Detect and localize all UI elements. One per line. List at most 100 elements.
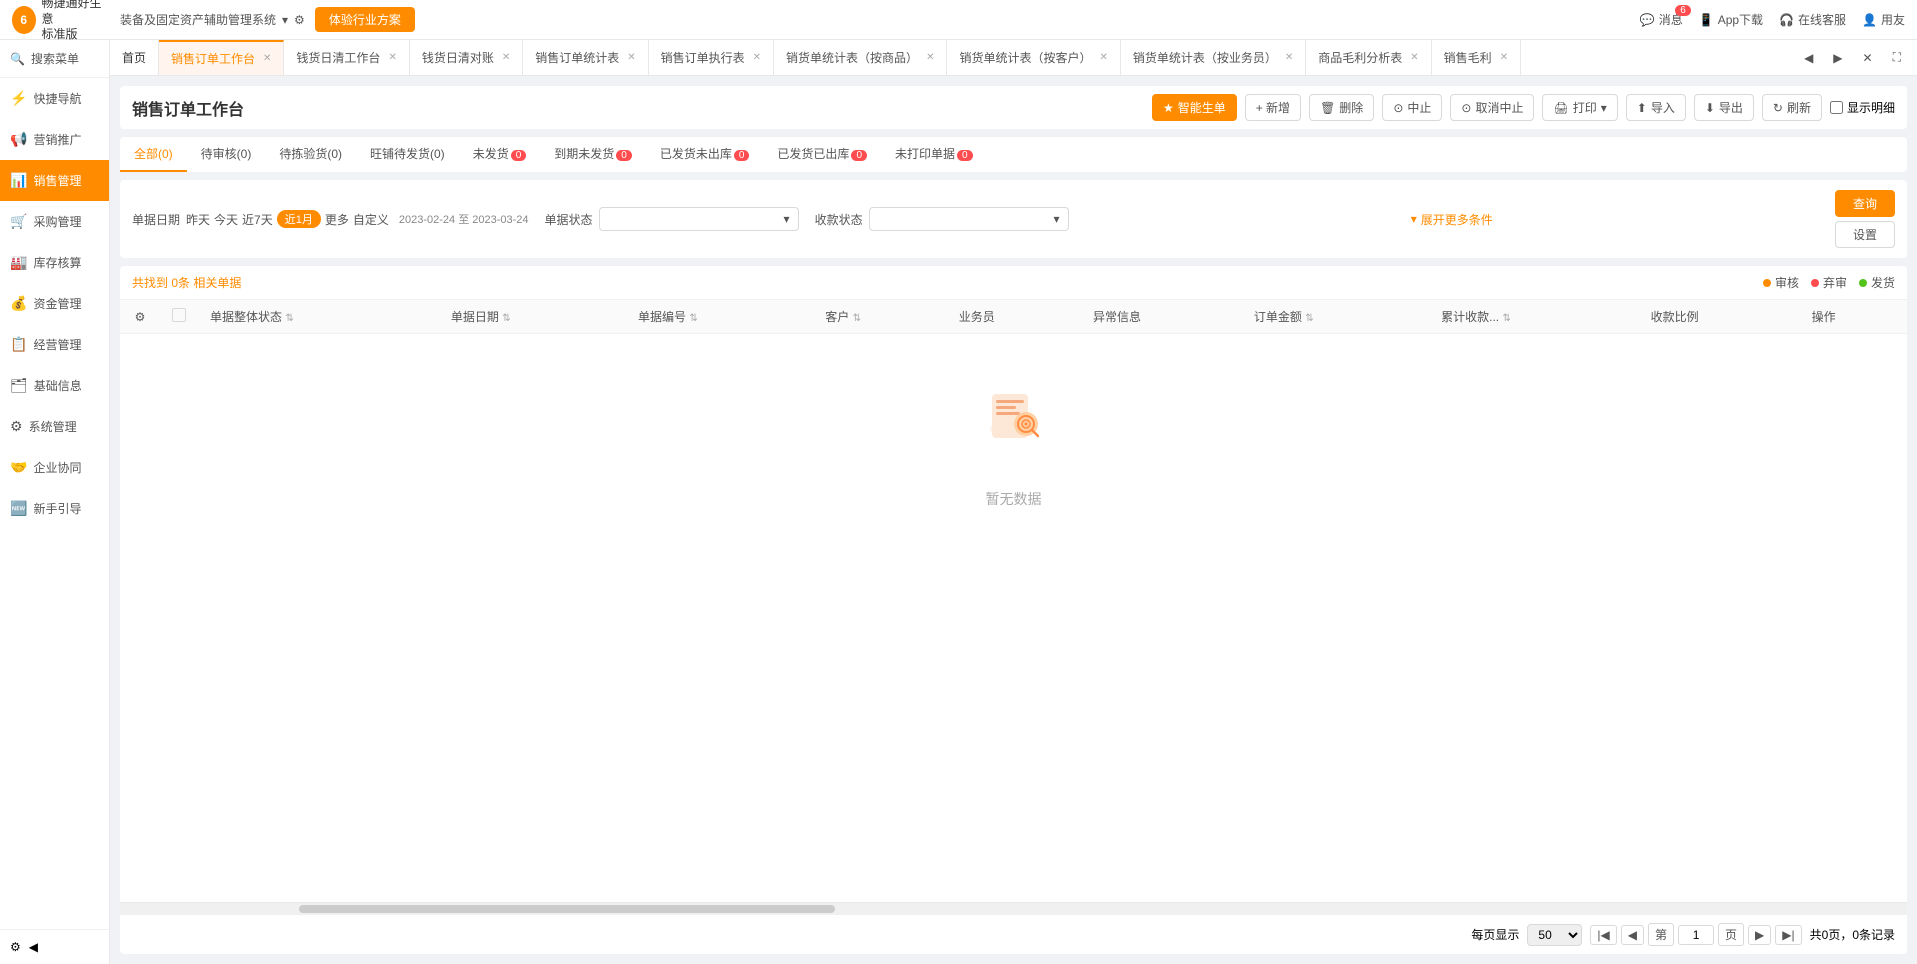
sidebar-item-system[interactable]: ⚙ 系统管理 bbox=[0, 406, 109, 447]
filter-tab-shipped-not-out[interactable]: 已发货未出库0 bbox=[646, 137, 764, 172]
tab-sales-order-exec[interactable]: 销售订单执行表 ✕ bbox=[649, 40, 774, 75]
message-button[interactable]: 💬 消息 6 bbox=[1640, 11, 1683, 28]
tab-close-icon[interactable]: ✕ bbox=[502, 52, 510, 63]
tab-cash-reconcile[interactable]: 钱货日清对账 ✕ bbox=[410, 40, 523, 75]
stop-button[interactable]: ⊙ 中止 bbox=[1382, 94, 1442, 121]
sidebar-collapse-icon[interactable]: ◀ bbox=[29, 940, 38, 954]
tab-close-icon[interactable]: ✕ bbox=[388, 52, 396, 63]
sidebar-item-guide[interactable]: 🆕 新手引导 bbox=[0, 488, 109, 529]
sidebar-item-sales[interactable]: 📊 销售管理 bbox=[0, 160, 109, 201]
app-download-button[interactable]: 📱 App下载 bbox=[1699, 11, 1763, 28]
smart-generate-button[interactable]: ★ 智能生单 bbox=[1152, 94, 1237, 121]
system-dropdown-icon[interactable]: ▾ bbox=[282, 13, 288, 27]
filter-tab-not-printed[interactable]: 未打印单据0 bbox=[881, 137, 987, 172]
collected-sort-icon[interactable]: ⇅ bbox=[1502, 313, 1510, 324]
page-size-select[interactable]: 50 100 200 bbox=[1527, 924, 1582, 946]
status-filter-select[interactable]: ▾ bbox=[599, 207, 799, 231]
sidebar-item-marketing[interactable]: 📢 营销推广 bbox=[0, 119, 109, 160]
date-custom[interactable]: 自定义 bbox=[353, 211, 389, 228]
tab-close-icon[interactable]: ✕ bbox=[1099, 52, 1107, 63]
delete-button[interactable]: 🗑 删除 bbox=[1309, 94, 1374, 121]
sidebar-item-quick-nav[interactable]: ⚡ 快捷导航 bbox=[0, 78, 109, 119]
horizontal-scrollbar[interactable] bbox=[120, 902, 1907, 914]
tab-close-all-icon[interactable]: ✕ bbox=[1855, 51, 1881, 65]
sidebar-item-operation[interactable]: 📋 经营管理 bbox=[0, 324, 109, 365]
date-yesterday[interactable]: 昨天 bbox=[186, 211, 210, 228]
tab-home[interactable]: 首页 bbox=[110, 40, 159, 75]
tab-sales-stat-customer[interactable]: 销货单统计表（按客户） ✕ bbox=[947, 40, 1120, 75]
filter-settings-button[interactable]: 设置 bbox=[1835, 221, 1895, 248]
sidebar-item-purchase[interactable]: 🛒 采购管理 bbox=[0, 201, 109, 242]
filter-tab-wangpu[interactable]: 旺铺待发货(0) bbox=[356, 137, 459, 172]
system-name-area[interactable]: 装备及固定资产辅助管理系统 ▾ ⚙ bbox=[120, 11, 305, 28]
tab-close-icon[interactable]: ✕ bbox=[1285, 52, 1293, 63]
date-7days[interactable]: 近7天 bbox=[242, 211, 273, 228]
th-collected: 累计收款... ⇅ bbox=[1429, 300, 1639, 334]
cancel-stop-button[interactable]: ⊙ 取消中止 bbox=[1450, 94, 1534, 121]
customer-sort-icon[interactable]: ⇅ bbox=[853, 313, 861, 324]
tab-close-icon[interactable]: ✕ bbox=[926, 52, 934, 63]
tab-sales-profit[interactable]: 销售毛利 ✕ bbox=[1432, 40, 1521, 75]
page-first-icon[interactable]: |◀ bbox=[1590, 925, 1616, 945]
cancel-review-action-button[interactable]: 弃审 bbox=[1811, 274, 1847, 291]
page-prev-icon[interactable]: ◀ bbox=[1621, 925, 1644, 945]
page-number-input[interactable] bbox=[1678, 925, 1714, 945]
scrollbar-thumb[interactable] bbox=[299, 905, 835, 913]
status-sort-icon[interactable]: ⇅ bbox=[285, 313, 293, 324]
tab-sales-workbench[interactable]: 销售订单工作台 ✕ bbox=[159, 40, 284, 75]
th-settings[interactable]: ⚙ bbox=[120, 300, 160, 334]
tab-close-icon[interactable]: ✕ bbox=[627, 52, 635, 63]
sidebar-item-inventory[interactable]: 🏭 库存核算 bbox=[0, 242, 109, 283]
refresh-button[interactable]: ↻ 刷新 bbox=[1762, 94, 1822, 121]
show-detail-checkbox[interactable]: 显示明细 bbox=[1830, 99, 1895, 116]
review-action-button[interactable]: 审核 bbox=[1763, 274, 1799, 291]
amount-sort-icon[interactable]: ⇅ bbox=[1305, 313, 1313, 324]
filter-tab-pending-inspect[interactable]: 待拣验货(0) bbox=[265, 137, 356, 172]
tab-sales-order-stat[interactable]: 销售订单统计表 ✕ bbox=[523, 40, 648, 75]
tab-sales-stat-salesman[interactable]: 销货单统计表（按业务员） ✕ bbox=[1121, 40, 1306, 75]
user-menu-button[interactable]: 👤 用友 bbox=[1862, 11, 1905, 28]
sidebar-item-basic-info[interactable]: 🗂 基础信息 bbox=[0, 365, 109, 406]
tab-sales-stat-product[interactable]: 销货单统计表（按商品） ✕ bbox=[774, 40, 947, 75]
sidebar-item-enterprise[interactable]: 🤝 企业协同 bbox=[0, 447, 109, 488]
tab-nav-next-icon[interactable]: ▶ bbox=[1825, 51, 1850, 65]
tab-close-icon[interactable]: ✕ bbox=[1410, 52, 1418, 63]
print-button[interactable]: 🖨 打印 ▾ bbox=[1542, 94, 1617, 121]
select-all-checkbox[interactable] bbox=[172, 308, 186, 322]
ship-action-button[interactable]: 发货 bbox=[1859, 274, 1895, 291]
filter-tab-expired-not-shipped[interactable]: 到期未发货0 bbox=[540, 137, 646, 172]
export-button[interactable]: ⬇ 导出 bbox=[1694, 94, 1754, 121]
industry-solution-button[interactable]: 体验行业方案 bbox=[315, 7, 415, 32]
stop-icon: ⊙ bbox=[1393, 101, 1403, 115]
sidebar-item-finance[interactable]: 💰 资金管理 bbox=[0, 283, 109, 324]
date-today[interactable]: 今天 bbox=[214, 211, 238, 228]
date-sort-icon[interactable]: ⇅ bbox=[502, 313, 510, 324]
tab-product-margin[interactable]: 商品毛利分析表 ✕ bbox=[1306, 40, 1431, 75]
tab-close-icon[interactable]: ✕ bbox=[263, 53, 271, 64]
payment-filter-select[interactable]: ▾ bbox=[869, 207, 1069, 231]
import-button[interactable]: ⬆ 导入 bbox=[1626, 94, 1686, 121]
tab-nav-prev-icon[interactable]: ◀ bbox=[1796, 51, 1821, 65]
online-service-button[interactable]: 🎧 在线客服 bbox=[1779, 11, 1846, 28]
filter-tab-pending-review[interactable]: 待审核(0) bbox=[187, 137, 266, 172]
tab-close-icon[interactable]: ✕ bbox=[1500, 52, 1508, 63]
date-1month-active[interactable]: 近1月 bbox=[277, 210, 321, 228]
show-detail-input[interactable] bbox=[1830, 101, 1843, 114]
page-next-icon[interactable]: ▶ bbox=[1748, 925, 1771, 945]
tab-close-icon[interactable]: ✕ bbox=[753, 52, 761, 63]
number-sort-icon[interactable]: ⇅ bbox=[689, 313, 697, 324]
query-button[interactable]: 查询 bbox=[1835, 190, 1895, 217]
date-more[interactable]: 更多 bbox=[325, 211, 349, 228]
filter-tab-all[interactable]: 全部(0) bbox=[120, 137, 187, 172]
tab-cash-daily[interactable]: 钱货日清工作台 ✕ bbox=[284, 40, 409, 75]
tab-fullscreen-icon[interactable]: ⛶ bbox=[1885, 50, 1909, 65]
filter-tab-shipped-out[interactable]: 已发货已出库0 bbox=[763, 137, 881, 172]
page-last-icon[interactable]: ▶| bbox=[1775, 925, 1801, 945]
expand-filter-button[interactable]: ▾ 展开更多条件 bbox=[1411, 211, 1493, 228]
sidebar-settings-icon[interactable]: ⚙ bbox=[10, 940, 21, 954]
sidebar-search-item[interactable]: 🔍 搜索菜单 bbox=[0, 40, 109, 78]
system-settings-icon[interactable]: ⚙ bbox=[294, 13, 305, 27]
add-button[interactable]: + 新增 bbox=[1245, 94, 1301, 121]
th-check[interactable] bbox=[160, 300, 198, 334]
filter-tab-not-shipped[interactable]: 未发货0 bbox=[459, 137, 541, 172]
